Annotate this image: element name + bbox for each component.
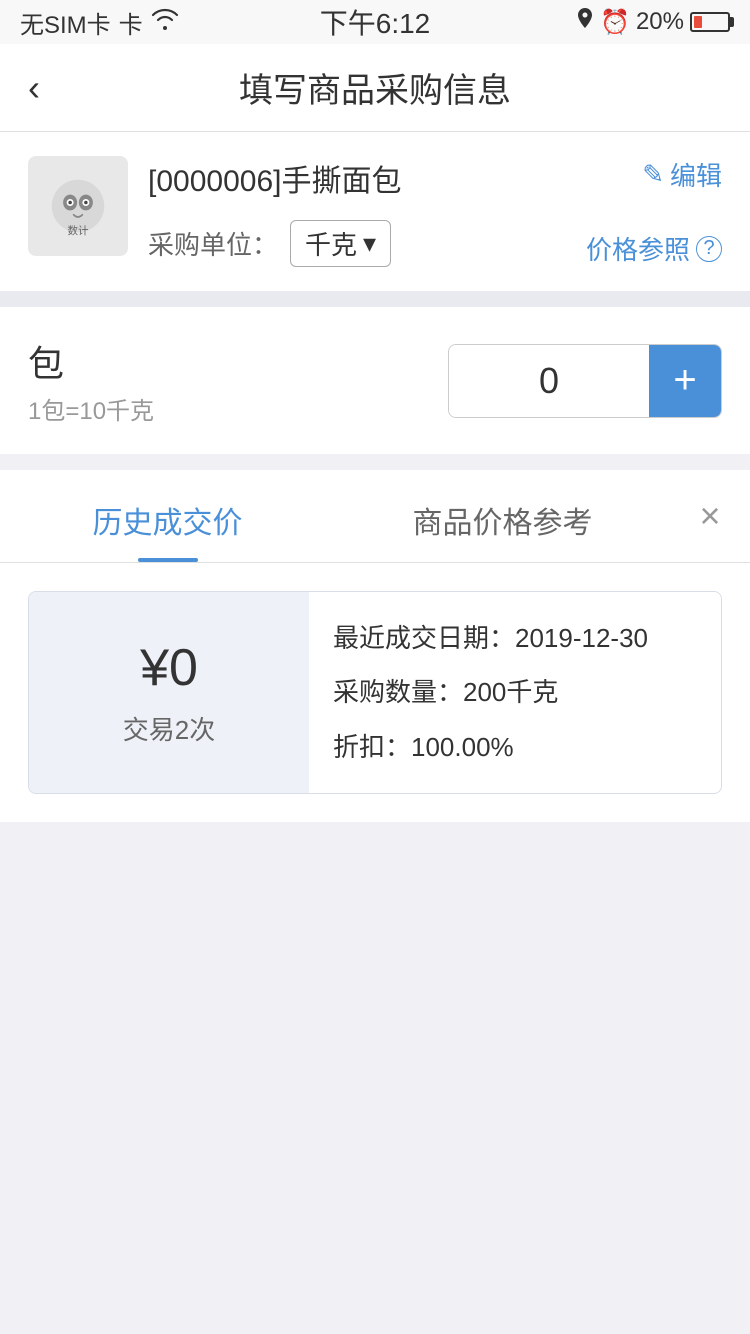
quantity-input[interactable]	[449, 345, 649, 417]
quantity-unit-main: 包	[28, 335, 154, 387]
price-ref-button[interactable]: 价格参照 ?	[586, 230, 722, 267]
quantity-input-group: +	[448, 344, 722, 418]
history-discount: 折扣：100.00%	[333, 729, 697, 765]
recent-date-value: 2019-12-30	[515, 623, 648, 653]
status-time: 下午6:12	[320, 2, 431, 42]
tab-close-button[interactable]: ×	[670, 476, 750, 556]
chevron-down-icon: ▾	[363, 228, 376, 259]
product-card: 数计 [0000006]手撕面包 采购单位： 千克 ▾ ✎ 编辑 价格参照 ?	[0, 132, 750, 291]
quantity-detail-label: 采购数量：	[333, 677, 463, 707]
history-quantity: 采购数量：200千克	[333, 674, 697, 710]
status-bar: 无SIM卡 卡 下午6:12 ⏰ 20%	[0, 0, 750, 44]
help-icon: ?	[696, 236, 722, 262]
history-date: 最近成交日期：2019-12-30	[333, 620, 697, 656]
wifi-icon	[151, 8, 179, 37]
carrier-text: 无SIM卡	[20, 5, 111, 40]
edit-button[interactable]: ✎ 编辑	[642, 156, 722, 193]
tab-header: 历史成交价 商品价格参考 ×	[0, 470, 750, 563]
edit-icon: ✎	[642, 159, 664, 190]
unit-selector[interactable]: 千克 ▾	[290, 220, 391, 267]
unit-label: 采购单位：	[148, 225, 278, 262]
tab-content: ¥0 交易2次 最近成交日期：2019-12-30 采购数量：200千克 折扣：…	[0, 563, 750, 822]
discount-value: 100.00%	[411, 732, 514, 762]
status-left: 无SIM卡 卡	[20, 5, 179, 40]
price-ref-label: 价格参照	[586, 230, 690, 267]
quantity-unit-sub: 1包=10千克	[28, 391, 154, 426]
sim-icon: 卡	[119, 5, 143, 40]
nav-bar: ‹ 填写商品采购信息	[0, 44, 750, 132]
tab-panel: 历史成交价 商品价格参考 × ¥0 交易2次 最近成交日期：2019-12-30…	[0, 470, 750, 822]
quantity-detail-value: 200千克	[463, 677, 558, 707]
history-card-left: ¥0 交易2次	[29, 592, 309, 793]
battery-percent: 20%	[636, 8, 684, 36]
battery-icon	[690, 12, 730, 32]
divider	[0, 291, 750, 307]
alarm-icon: ⏰	[600, 8, 630, 37]
history-card: ¥0 交易2次 最近成交日期：2019-12-30 采购数量：200千克 折扣：…	[28, 591, 722, 794]
unit-value: 千克	[305, 225, 357, 262]
quantity-row: 包 1包=10千克 +	[0, 307, 750, 454]
recent-date-label: 最近成交日期：	[333, 623, 515, 653]
quantity-plus-button[interactable]: +	[649, 345, 721, 417]
page-title: 填写商品采购信息	[239, 63, 511, 112]
location-icon	[576, 8, 594, 37]
svg-text:数计: 数计	[68, 224, 89, 237]
history-price: ¥0	[140, 638, 198, 698]
edit-label: 编辑	[670, 156, 722, 193]
discount-label: 折扣：	[333, 732, 411, 762]
status-right: ⏰ 20%	[576, 8, 730, 37]
tab-product-price-ref[interactable]: 商品价格参考	[335, 470, 670, 562]
history-card-right: 最近成交日期：2019-12-30 采购数量：200千克 折扣：100.00%	[309, 592, 721, 793]
back-button[interactable]: ‹	[28, 67, 40, 109]
tab-history-price[interactable]: 历史成交价	[0, 470, 335, 562]
product-image: 数计	[28, 156, 128, 256]
history-trade-count: 交易2次	[123, 710, 215, 747]
product-name: [0000006]手撕面包	[148, 156, 722, 200]
quantity-label: 包 1包=10千克	[28, 335, 154, 426]
